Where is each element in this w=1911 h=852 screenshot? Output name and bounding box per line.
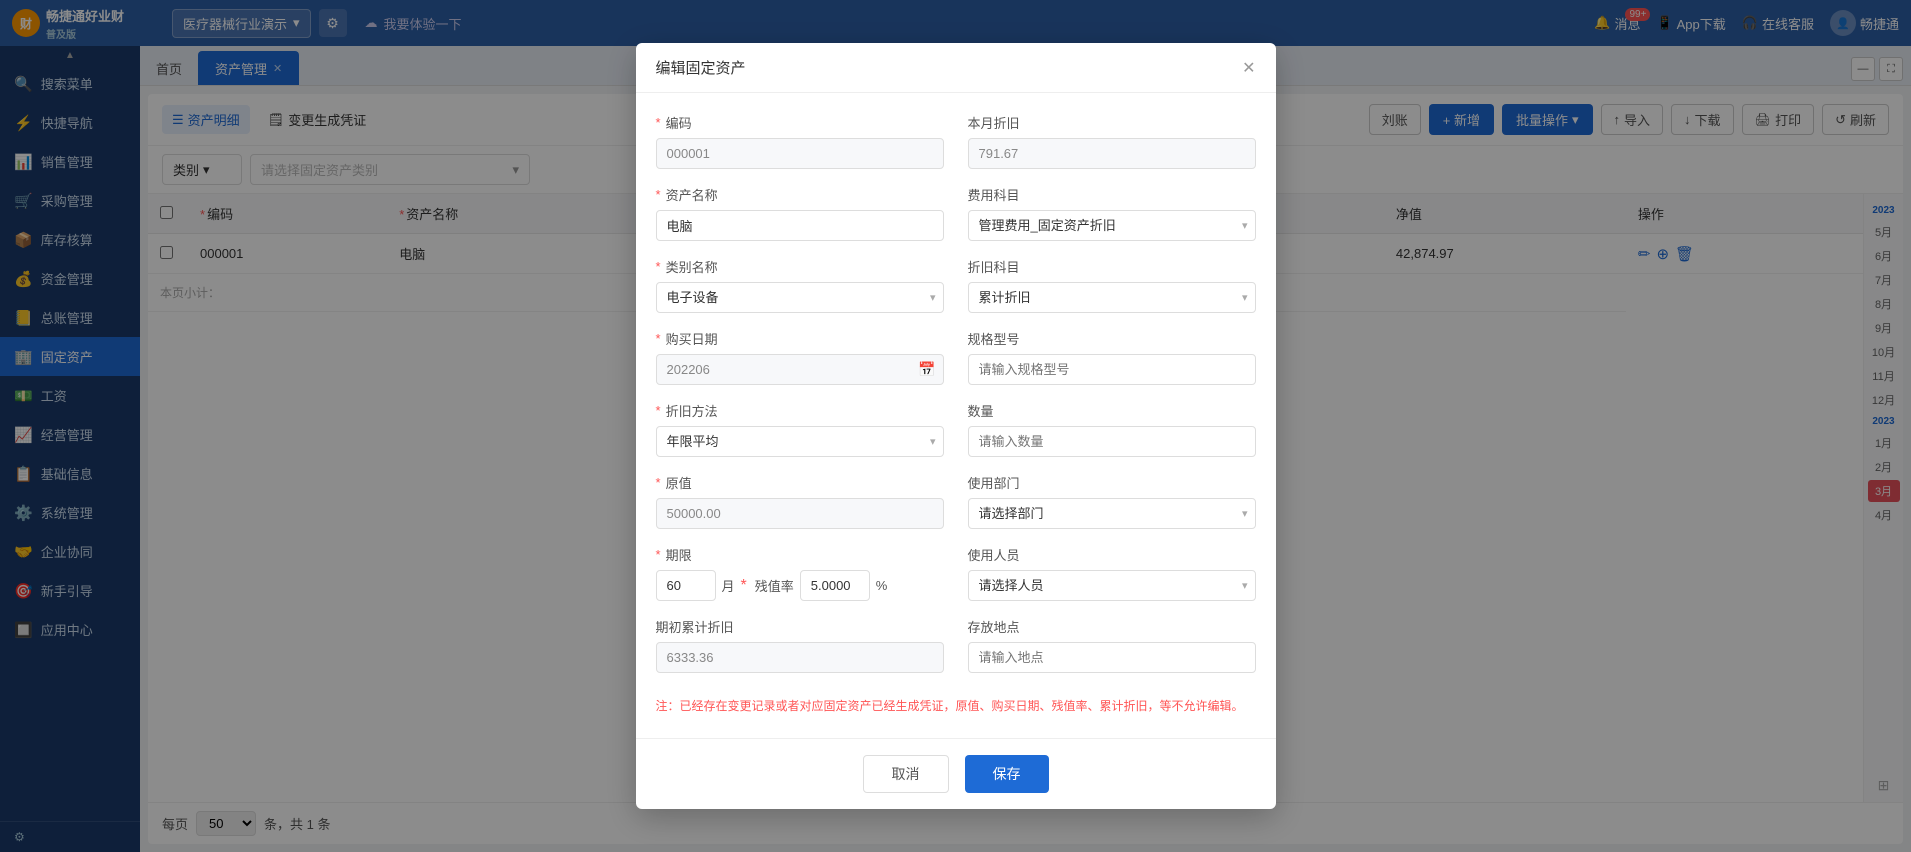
modal-note: 注：已经存在变更记录或者对应固定资产已经生成凭证，原值、购买日期、残值率、累计折… xyxy=(656,689,1256,718)
code-label: * 编码 xyxy=(656,113,944,132)
period-label: * 期限 xyxy=(656,545,944,564)
residual-rate-unit: % xyxy=(876,578,888,593)
period-input[interactable] xyxy=(656,570,716,601)
modal-footer: 取消 保存 xyxy=(636,738,1276,809)
dept-label: 使用部门 xyxy=(968,473,1256,492)
period-unit: 月 xyxy=(722,576,735,595)
dep-method-select[interactable]: 年限平均 xyxy=(656,426,944,457)
location-input[interactable] xyxy=(968,642,1256,673)
dep-subject-select-wrapper: 累计折旧 ▾ xyxy=(968,282,1256,313)
form-group-quantity: 数量 xyxy=(968,401,1256,457)
modal-header: 编辑固定资产 ✕ xyxy=(636,43,1276,93)
save-button[interactable]: 保存 xyxy=(965,755,1049,793)
dep-method-select-wrapper: 年限平均 ▾ xyxy=(656,426,944,457)
form-group-asset-name: * 资产名称 xyxy=(656,185,944,241)
form-group-period: * 期限 月 * 残值率 % xyxy=(656,545,944,601)
expense-subject-label: 费用科目 xyxy=(968,185,1256,204)
form-group-dep-method: * 折旧方法 年限平均 ▾ xyxy=(656,401,944,457)
location-label: 存放地点 xyxy=(968,617,1256,636)
spec-model-label: 规格型号 xyxy=(968,329,1256,348)
expense-subject-select[interactable]: 管理费用_固定资产折旧 xyxy=(968,210,1256,241)
expense-subject-select-wrapper: 管理费用_固定资产折旧 ▾ xyxy=(968,210,1256,241)
form-group-dept: 使用部门 请选择部门 ▾ xyxy=(968,473,1256,529)
quantity-input[interactable] xyxy=(968,426,1256,457)
residual-rate-input[interactable] xyxy=(800,570,870,601)
form-group-initial-acc-dep: 期初累计折旧 xyxy=(656,617,944,673)
initial-acc-dep-label: 期初累计折旧 xyxy=(656,617,944,636)
modal-overlay: 编辑固定资产 ✕ * 编码 本月折旧 * 资产名称 xyxy=(0,0,1911,852)
monthly-dep-input xyxy=(968,138,1256,169)
form-group-dep-subject: 折旧科目 累计折旧 ▾ xyxy=(968,257,1256,313)
edit-asset-modal: 编辑固定资产 ✕ * 编码 本月折旧 * 资产名称 xyxy=(636,43,1276,809)
form-group-purchase-date: * 购买日期 📅 xyxy=(656,329,944,385)
modal-close-button[interactable]: ✕ xyxy=(1242,58,1255,78)
user-label: 使用人员 xyxy=(968,545,1256,564)
form-group-monthly-dep: 本月折旧 xyxy=(968,113,1256,169)
calendar-icon[interactable]: 📅 xyxy=(918,361,935,378)
form-group-spec-model: 规格型号 xyxy=(968,329,1256,385)
purchase-date-input[interactable] xyxy=(656,354,944,385)
residual-rate-label: 残值率 xyxy=(755,576,794,595)
original-value-input xyxy=(656,498,944,529)
period-residual-row: 月 * 残值率 % xyxy=(656,570,944,601)
form-group-category: * 类别名称 电子设备 ▾ xyxy=(656,257,944,313)
asset-name-label: * 资产名称 xyxy=(656,185,944,204)
original-value-label: * 原值 xyxy=(656,473,944,492)
dep-method-label: * 折旧方法 xyxy=(656,401,944,420)
user-select-wrapper: 请选择人员 ▾ xyxy=(968,570,1256,601)
form-group-location: 存放地点 xyxy=(968,617,1256,673)
form-group-code: * 编码 xyxy=(656,113,944,169)
monthly-dep-label: 本月折旧 xyxy=(968,113,1256,132)
initial-acc-dep-input xyxy=(656,642,944,673)
purchase-date-wrapper: 📅 xyxy=(656,354,944,385)
code-input[interactable] xyxy=(656,138,944,169)
modal-body: * 编码 本月折旧 * 资产名称 费用科目 xyxy=(636,93,1276,738)
quantity-label: 数量 xyxy=(968,401,1256,420)
user-select[interactable]: 请选择人员 xyxy=(968,570,1256,601)
purchase-date-label: * 购买日期 xyxy=(656,329,944,348)
category-label: * 类别名称 xyxy=(656,257,944,276)
form-group-user: 使用人员 请选择人员 ▾ xyxy=(968,545,1256,601)
asset-name-input[interactable] xyxy=(656,210,944,241)
category-select-wrapper: 电子设备 ▾ xyxy=(656,282,944,313)
dep-subject-label: 折旧科目 xyxy=(968,257,1256,276)
dept-select-wrapper: 请选择部门 ▾ xyxy=(968,498,1256,529)
modal-title: 编辑固定资产 xyxy=(656,57,746,78)
cancel-button[interactable]: 取消 xyxy=(863,755,949,793)
spec-model-input[interactable] xyxy=(968,354,1256,385)
form-group-original-value: * 原值 xyxy=(656,473,944,529)
form-group-expense-subject: 费用科目 管理费用_固定资产折旧 ▾ xyxy=(968,185,1256,241)
dept-select[interactable]: 请选择部门 xyxy=(968,498,1256,529)
category-select[interactable]: 电子设备 xyxy=(656,282,944,313)
dep-subject-select[interactable]: 累计折旧 xyxy=(968,282,1256,313)
